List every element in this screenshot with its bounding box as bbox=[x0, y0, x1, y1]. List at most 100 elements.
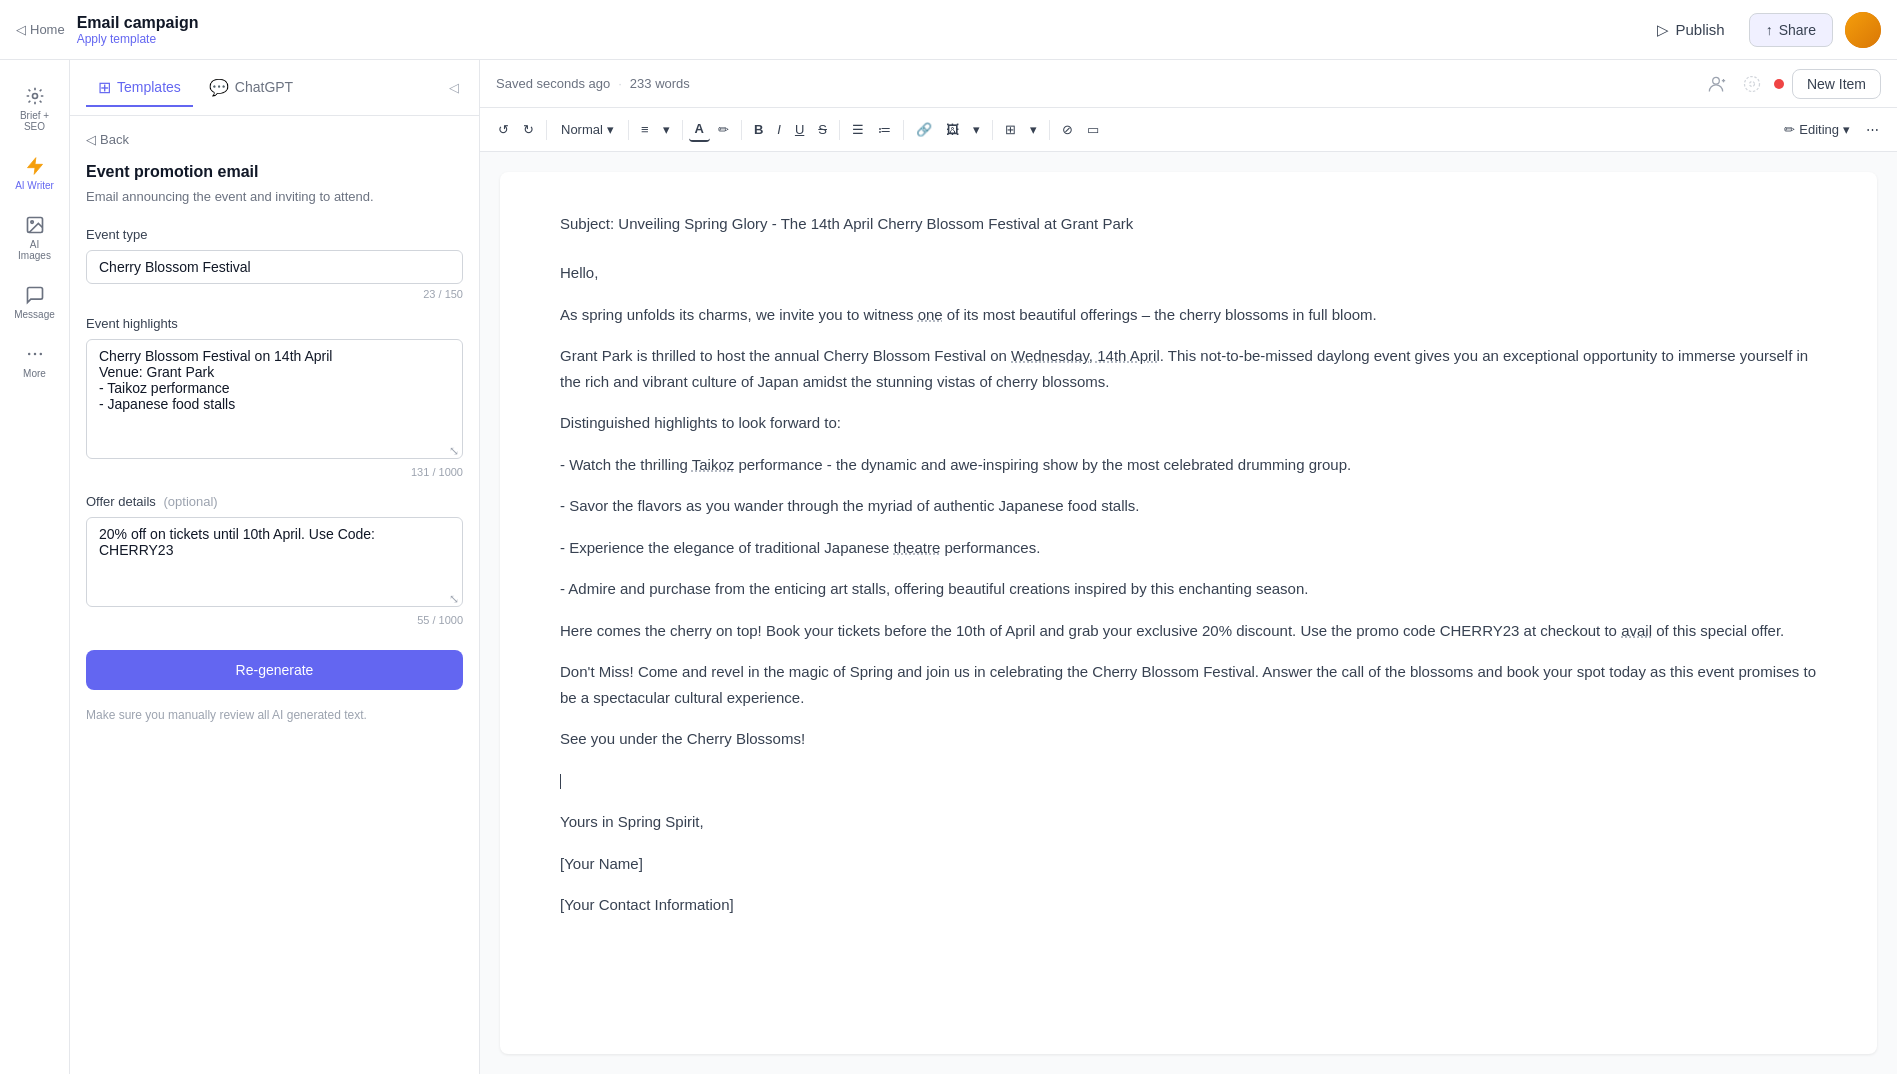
bullet4: - Admire and purchase from the enticing … bbox=[560, 576, 1817, 602]
svg-marker-1 bbox=[27, 158, 42, 175]
sidebar-item-brief-seo[interactable]: Brief + SEO bbox=[5, 76, 65, 142]
align-button[interactable]: ≡ bbox=[635, 118, 655, 141]
toolbar-separator bbox=[741, 120, 742, 140]
svg-point-7 bbox=[1713, 77, 1720, 84]
cursor-line bbox=[560, 768, 1817, 794]
image-icon bbox=[25, 215, 45, 235]
para3-header: Distinguished highlights to look forward… bbox=[560, 410, 1817, 436]
event-type-input[interactable] bbox=[86, 250, 463, 284]
event-type-label: Event type bbox=[86, 227, 463, 242]
edit-icon: ✏ bbox=[1784, 122, 1795, 137]
image-button[interactable]: 🖼 bbox=[940, 118, 965, 141]
new-item-button[interactable]: New Item bbox=[1792, 69, 1881, 99]
home-label: Home bbox=[30, 22, 65, 37]
bold-icon: B bbox=[754, 122, 763, 137]
text-color-button[interactable]: A bbox=[689, 117, 710, 142]
chevron-down-icon: ▾ bbox=[607, 122, 614, 137]
align-chevron[interactable]: ▾ bbox=[657, 118, 676, 141]
offer-wrap: 20% off on tickets until 10th April. Use… bbox=[86, 517, 463, 610]
chevron-left-icon: ◁ bbox=[16, 22, 26, 37]
bullet3: - Experience the elegance of traditional… bbox=[560, 535, 1817, 561]
italic-button[interactable]: I bbox=[771, 118, 787, 141]
closing4: [Your Contact Information] bbox=[560, 892, 1817, 918]
highlights-wrap: Cherry Blossom Festival on 14th April Ve… bbox=[86, 339, 463, 462]
greeting: Hello, bbox=[560, 260, 1817, 286]
toolbar-separator bbox=[839, 120, 840, 140]
sidebar-item-ai-images[interactable]: AI Images bbox=[5, 205, 65, 271]
share-button[interactable]: ↑ Share bbox=[1749, 13, 1833, 47]
undo-button[interactable]: ↺ bbox=[492, 118, 515, 141]
date-underline: Wednesday, 14th April bbox=[1011, 347, 1160, 364]
more-label: More bbox=[23, 368, 46, 379]
back-label: Back bbox=[100, 132, 129, 147]
panel-collapse-button[interactable]: ◁ bbox=[445, 76, 463, 99]
svg-point-0 bbox=[32, 94, 37, 99]
bullet2: - Savor the flavors as you wander throug… bbox=[560, 493, 1817, 519]
apply-template-link[interactable]: Apply template bbox=[77, 32, 199, 46]
closing1: See you under the Cherry Blossoms! bbox=[560, 726, 1817, 752]
editing-mode-button[interactable]: ✏ Editing ▾ bbox=[1776, 118, 1858, 141]
templates-tab-label: Templates bbox=[117, 79, 181, 95]
add-user-button[interactable] bbox=[1702, 70, 1730, 98]
avatar[interactable] bbox=[1845, 12, 1881, 48]
sidebar-item-message[interactable]: Message bbox=[5, 275, 65, 330]
svg-point-10 bbox=[1744, 76, 1759, 91]
resize-icon: ⤡ bbox=[449, 444, 459, 458]
sidebar-item-more[interactable]: More bbox=[5, 334, 65, 389]
add-user-icon bbox=[1706, 74, 1726, 94]
share-label: Share bbox=[1779, 22, 1816, 38]
bullet1: - Watch the thrilling Taikoz performance… bbox=[560, 452, 1817, 478]
svg-point-11 bbox=[1749, 81, 1754, 86]
ordered-list-button[interactable]: ≔ bbox=[872, 118, 897, 141]
offer-field: Offer details (optional) 20% off on tick… bbox=[86, 494, 463, 626]
image-chevron[interactable]: ▾ bbox=[967, 118, 986, 141]
resize-icon: ⤡ bbox=[449, 592, 459, 606]
text-style-dropdown[interactable]: Normal ▾ bbox=[553, 118, 622, 141]
offer-input[interactable]: 20% off on tickets until 10th April. Use… bbox=[86, 517, 463, 607]
table-button[interactable]: ⊞ bbox=[999, 118, 1022, 141]
bullet-list-button[interactable]: ☰ bbox=[846, 118, 870, 141]
sidebar-item-ai-writer[interactable]: AI Writer bbox=[5, 146, 65, 201]
para4: Here comes the cherry on top! Book your … bbox=[560, 618, 1817, 644]
panel-content: ◁ Back Event promotion email Email annou… bbox=[70, 116, 479, 1074]
chevron-down-icon: ▾ bbox=[1843, 122, 1850, 137]
more-icon bbox=[25, 344, 45, 364]
highlights-input[interactable]: Cherry Blossom Festival on 14th April Ve… bbox=[86, 339, 463, 459]
campaign-info: Email campaign Apply template bbox=[77, 14, 199, 46]
highlight-icon: ✏ bbox=[718, 122, 729, 137]
message-label: Message bbox=[14, 309, 55, 320]
event-type-field: Event type 23 / 150 bbox=[86, 227, 463, 300]
more-options-button[interactable]: ⋯ bbox=[1860, 118, 1885, 141]
top-header: ◁ Home Email campaign Apply template ▷ P… bbox=[0, 0, 1897, 60]
editor-content[interactable]: Subject: Unveiling Spring Glory - The 14… bbox=[500, 172, 1877, 1054]
tab-chatgpt[interactable]: 💬 ChatGPT bbox=[197, 70, 305, 107]
highlight-button[interactable]: ✏ bbox=[712, 118, 735, 141]
link-button[interactable]: 🔗 bbox=[910, 118, 938, 141]
home-link[interactable]: ◁ Home bbox=[16, 22, 65, 37]
table-chevron[interactable]: ▾ bbox=[1024, 118, 1043, 141]
regenerate-button[interactable]: Re-generate bbox=[86, 650, 463, 690]
toolbar-separator bbox=[1049, 120, 1050, 140]
editor-topbar-right: New Item bbox=[1702, 69, 1881, 99]
gear-icon bbox=[25, 86, 45, 106]
toolbar-separator bbox=[546, 120, 547, 140]
bold-button[interactable]: B bbox=[748, 118, 769, 141]
publish-label: Publish bbox=[1675, 21, 1724, 38]
para1: As spring unfolds its charms, we invite … bbox=[560, 302, 1817, 328]
editor-toolbar: ↺ ↻ Normal ▾ ≡ ▾ A ✏ B I U S ☰ ≔ 🔗 🖼 ▾ bbox=[480, 108, 1897, 152]
strikethrough-button[interactable]: S bbox=[812, 118, 833, 141]
format-button[interactable]: ▭ bbox=[1081, 118, 1105, 141]
editing-label: Editing bbox=[1799, 122, 1839, 137]
publish-button[interactable]: ▷ Publish bbox=[1645, 13, 1736, 47]
tab-templates[interactable]: ⊞ Templates bbox=[86, 70, 193, 107]
text-style-label: Normal bbox=[561, 122, 603, 137]
back-button[interactable]: ◁ Back bbox=[86, 132, 463, 147]
strikethrough-icon: S bbox=[818, 122, 827, 137]
italic-icon: I bbox=[777, 122, 781, 137]
code-button[interactable]: ⊘ bbox=[1056, 118, 1079, 141]
settings-button[interactable] bbox=[1738, 70, 1766, 98]
email-body[interactable]: Hello, As spring unfolds its charms, we … bbox=[560, 260, 1817, 918]
left-panel: ⊞ Templates 💬 ChatGPT ◁ ◁ Back Event pro… bbox=[70, 60, 480, 1074]
redo-button[interactable]: ↻ bbox=[517, 118, 540, 141]
underline-button[interactable]: U bbox=[789, 118, 810, 141]
